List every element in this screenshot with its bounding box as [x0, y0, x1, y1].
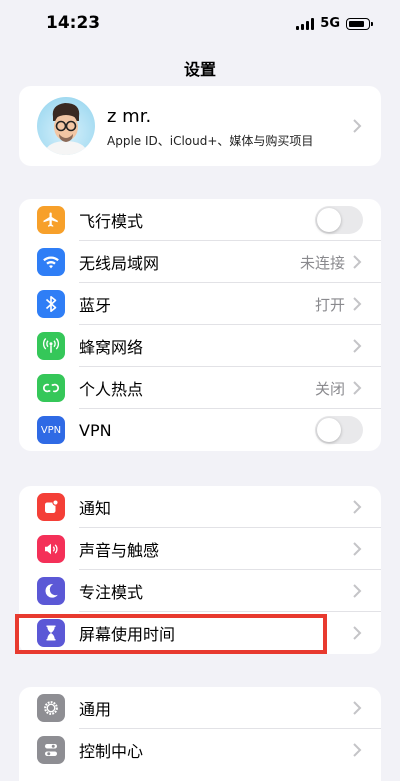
status-bar: 14:23 5G: [0, 0, 400, 50]
row-label: 蓝牙: [79, 296, 112, 315]
row-control-center[interactable]: 控制中心: [19, 729, 381, 771]
row-label: 专注模式: [79, 583, 144, 602]
chevron-right-icon: [353, 626, 362, 640]
row-airplane-mode[interactable]: 飞行模式: [19, 199, 381, 241]
toggles-icon: [37, 736, 65, 764]
row-vpn[interactable]: VPN VPN: [19, 409, 381, 451]
connectivity-group: 飞行模式 无线局域网 未连接 蓝牙 打开 蜂窝网络 个人热点 关闭 VPN VP…: [19, 199, 381, 451]
airplane-mode-toggle[interactable]: [315, 206, 363, 234]
chevron-right-icon: [353, 297, 362, 311]
bluetooth-icon: [37, 290, 65, 318]
airplane-icon: [37, 206, 65, 234]
row-label: VPN: [79, 420, 112, 440]
row-bluetooth[interactable]: 蓝牙 打开: [19, 283, 381, 325]
moon-icon: [37, 577, 65, 605]
chevron-right-icon: [353, 500, 362, 514]
notification-icon: [37, 493, 65, 521]
row-label: 飞行模式: [79, 212, 144, 231]
wifi-icon: [37, 248, 65, 276]
highlight-box: [15, 614, 327, 654]
chevron-right-icon: [353, 119, 362, 133]
page-title: 设置: [183, 60, 216, 79]
row-cellular[interactable]: 蜂窝网络: [19, 325, 381, 367]
memoji-icon: [46, 103, 86, 155]
network-type: 5G: [320, 16, 340, 31]
row-label: 通知: [79, 499, 112, 518]
apple-id-card[interactable]: z mr. Apple ID、iCloud+、媒体与购买项目: [19, 86, 381, 166]
antenna-icon: [37, 332, 65, 360]
row-value: 打开: [314, 295, 345, 314]
profile-name: z mr.: [107, 106, 152, 127]
battery-icon: [346, 17, 373, 30]
row-label: 控制中心: [79, 742, 144, 761]
row-general[interactable]: 通用: [19, 687, 381, 729]
row-label: 无线局域网: [79, 254, 160, 273]
chevron-right-icon: [353, 584, 362, 598]
chevron-right-icon: [353, 743, 362, 757]
chevron-right-icon: [353, 701, 362, 715]
chevron-right-icon: [353, 255, 362, 269]
row-wlan[interactable]: 无线局域网 未连接: [19, 241, 381, 283]
row-sounds[interactable]: 声音与触感: [19, 528, 381, 570]
row-value: 未连接: [299, 253, 345, 272]
row-label: 个人热点: [79, 380, 144, 399]
row-notifications[interactable]: 通知: [19, 486, 381, 528]
hotspot-icon: [37, 374, 65, 402]
row-label: 声音与触感: [79, 541, 160, 560]
avatar: [37, 97, 95, 155]
row-value: 关闭: [314, 379, 345, 398]
speaker-icon: [37, 535, 65, 563]
cellular-signal-icon: [296, 17, 315, 30]
general-group: 通用 控制中心: [19, 687, 381, 781]
chevron-right-icon: [353, 381, 362, 395]
chevron-right-icon: [353, 339, 362, 353]
row-hotspot[interactable]: 个人热点 关闭: [19, 367, 381, 409]
profile-subtitle: Apple ID、iCloud+、媒体与购买项目: [107, 134, 314, 148]
status-indicators: 5G: [296, 16, 373, 31]
vpn-toggle[interactable]: [315, 416, 363, 444]
vpn-icon: VPN: [37, 416, 65, 444]
row-label: 蜂窝网络: [79, 338, 144, 357]
chevron-right-icon: [353, 542, 362, 556]
row-label: 通用: [79, 700, 112, 719]
vpn-icon-text: VPN: [40, 424, 62, 436]
row-focus[interactable]: 专注模式: [19, 570, 381, 612]
gear-icon: [37, 694, 65, 722]
status-time: 14:23: [46, 13, 101, 33]
